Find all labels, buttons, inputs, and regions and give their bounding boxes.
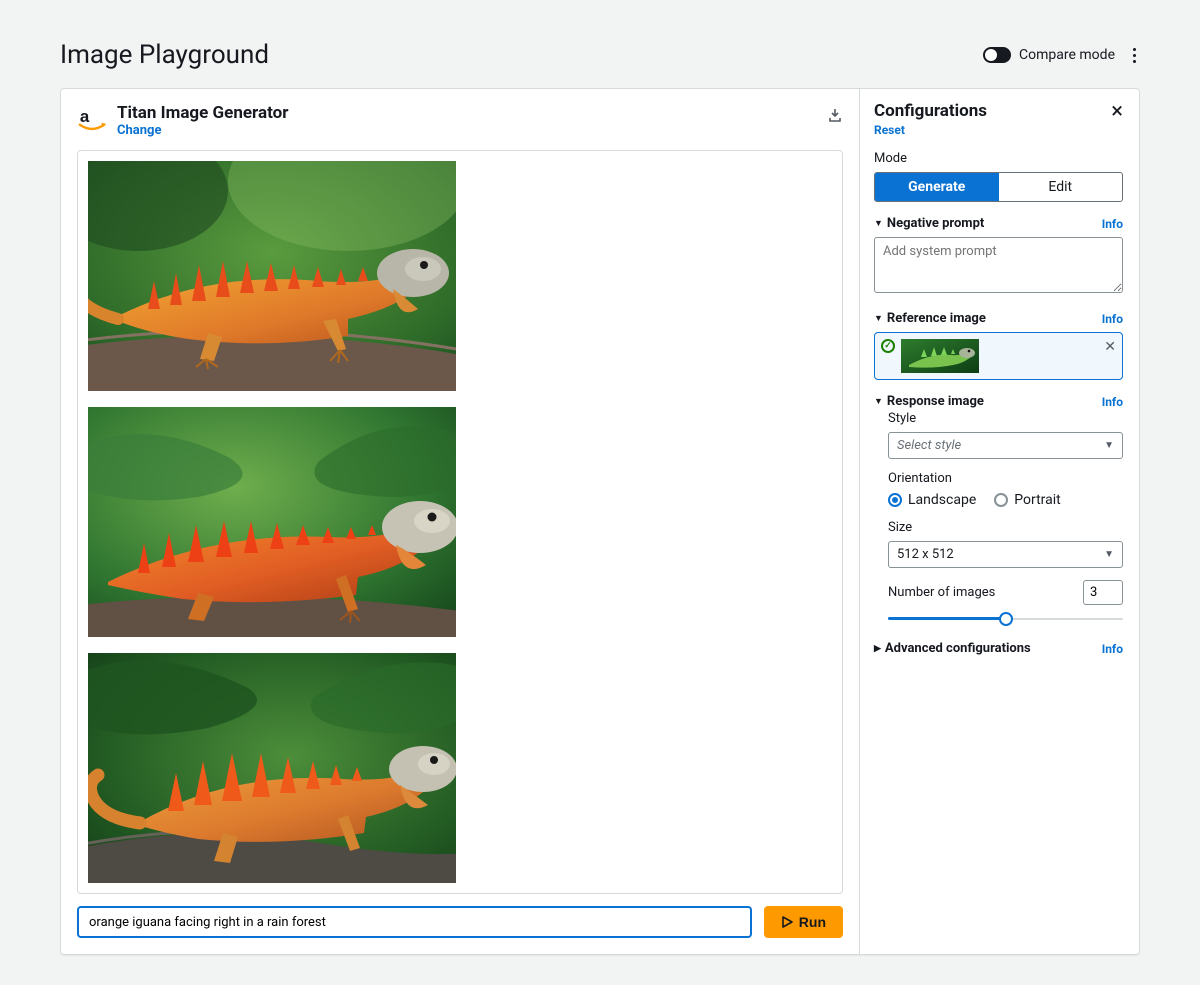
response-image-info-link[interactable]: Info — [1102, 395, 1123, 409]
page-title: Image Playground — [60, 40, 269, 70]
check-icon: ✓ — [881, 339, 895, 353]
response-image-section-toggle[interactable]: Response image Info — [874, 394, 1123, 409]
orientation-label: Orientation — [888, 471, 1123, 486]
reference-image-section-toggle[interactable]: Reference image Info — [874, 311, 1123, 326]
chevron-down-icon: ▼ — [1104, 440, 1114, 451]
negative-prompt-input[interactable] — [874, 237, 1123, 293]
reset-link[interactable]: Reset — [874, 123, 987, 137]
remove-reference-icon[interactable]: ✕ — [1104, 339, 1116, 355]
mode-edit-tab[interactable]: Edit — [999, 173, 1123, 201]
orientation-landscape-radio[interactable]: Landscape — [888, 492, 976, 508]
run-button[interactable]: Run — [764, 906, 843, 938]
num-images-slider[interactable] — [888, 611, 1123, 627]
size-label: Size — [888, 520, 1123, 535]
download-icon[interactable] — [827, 103, 843, 127]
compare-mode-label: Compare mode — [1019, 47, 1115, 63]
results-panel — [77, 150, 843, 894]
result-image-1[interactable] — [88, 161, 456, 391]
play-icon — [781, 916, 793, 928]
config-panel-title: Configurations — [874, 101, 987, 121]
result-image-2[interactable] — [88, 407, 456, 637]
svg-text:a: a — [80, 107, 90, 126]
more-menu-icon[interactable] — [1129, 44, 1140, 67]
style-label: Style — [888, 411, 1123, 426]
compare-mode-toggle[interactable] — [983, 47, 1011, 63]
mode-generate-tab[interactable]: Generate — [875, 173, 999, 201]
model-name: Titan Image Generator — [117, 103, 288, 123]
num-images-label: Number of images — [888, 585, 995, 600]
reference-thumbnail[interactable] — [901, 339, 979, 373]
close-panel-icon[interactable]: × — [1111, 101, 1123, 123]
size-select[interactable]: 512 x 512 ▼ — [888, 541, 1123, 568]
prompt-input[interactable] — [77, 906, 752, 938]
ref-image-info-link[interactable]: Info — [1102, 312, 1123, 326]
advanced-info-link[interactable]: Info — [1102, 642, 1123, 656]
reference-image-box: ✓ — [874, 332, 1123, 380]
orientation-portrait-radio[interactable]: Portrait — [994, 492, 1060, 508]
num-images-input[interactable] — [1083, 580, 1123, 605]
change-model-link[interactable]: Change — [117, 123, 288, 138]
mode-label: Mode — [874, 151, 1123, 166]
negative-prompt-section-toggle[interactable]: Negative prompt Info — [874, 216, 1123, 231]
chevron-down-icon: ▼ — [1104, 549, 1114, 560]
advanced-config-section-toggle[interactable]: Advanced configurations Info — [874, 641, 1123, 656]
neg-prompt-info-link[interactable]: Info — [1102, 217, 1123, 231]
style-select[interactable]: Select style ▼ — [888, 432, 1123, 459]
result-image-3[interactable] — [88, 653, 456, 883]
amazon-logo-icon: a — [77, 105, 107, 135]
